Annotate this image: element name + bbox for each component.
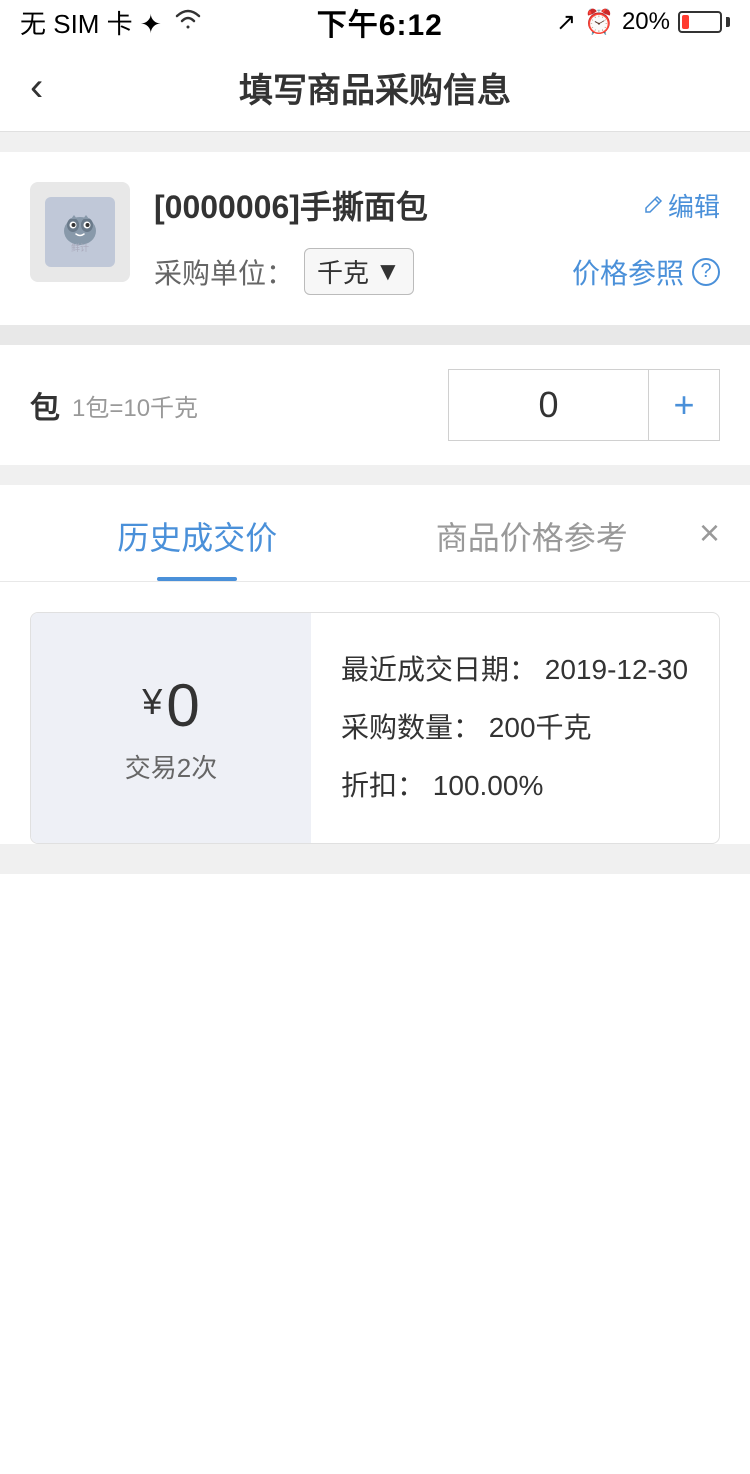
quantity-row: 包 1包=10千克 +	[0, 345, 750, 465]
qty-value: 200千克	[489, 712, 592, 743]
transaction-discount-row: 折扣： 100.00%	[341, 765, 689, 807]
tab-close-button[interactable]: ×	[699, 492, 720, 574]
transaction-card: ¥ 0 交易2次 最近成交日期： 2019-12-30 采购数量： 200千克 …	[30, 612, 720, 844]
unit-label: 采购单位： 千克 ▼	[154, 248, 414, 295]
tab-history-price[interactable]: 历史成交价	[30, 485, 364, 581]
transaction-date-row: 最近成交日期： 2019-12-30	[341, 649, 689, 691]
unit-select[interactable]: 千克 ▼	[304, 248, 414, 295]
unit-name: 包	[30, 383, 60, 427]
transaction-qty-row: 采购数量： 200千克	[341, 707, 689, 749]
separator	[0, 325, 750, 345]
tabs-section: 历史成交价 商品价格参考 × ¥ 0 交易2次 最近成交日期： 2019-12-…	[0, 485, 750, 844]
wifi-icon	[172, 7, 204, 38]
alarm-icon: ⏰	[584, 8, 614, 37]
battery-icon	[678, 11, 730, 33]
currency-symbol: ¥	[142, 681, 162, 723]
qty-label: 采购数量：	[341, 712, 481, 743]
dropdown-icon: ▼	[375, 256, 401, 287]
tab-product-price-ref[interactable]: 商品价格参考	[364, 485, 698, 581]
date-value: 2019-12-30	[545, 654, 688, 685]
product-owl-logo: 鲜计	[55, 203, 105, 262]
transaction-price-area: ¥ 0 交易2次	[31, 613, 311, 843]
battery-percent: 20%	[622, 8, 670, 36]
svg-text:鲜计: 鲜计	[71, 242, 89, 253]
product-info: [0000006]手撕面包 编辑 采购单位： 千克 ▼ 价格参照 ?	[154, 182, 720, 295]
discount-label: 折扣：	[341, 770, 425, 801]
help-icon: ?	[692, 258, 720, 286]
location-icon: ↗	[556, 8, 576, 37]
quantity-input[interactable]	[448, 369, 648, 441]
price-reference-button[interactable]: 价格参照 ?	[572, 252, 720, 292]
price-value: 0	[166, 671, 199, 740]
quantity-plus-button[interactable]: +	[648, 369, 720, 441]
quantity-label: 包 1包=10千克	[30, 383, 198, 427]
date-label: 最近成交日期：	[341, 654, 537, 685]
transaction-details: 最近成交日期： 2019-12-30 采购数量： 200千克 折扣： 100.0…	[311, 613, 719, 843]
transaction-price: ¥ 0	[142, 671, 199, 740]
status-right: ↗ ⏰ 20%	[556, 8, 730, 37]
status-time: 下午6:12	[317, 0, 443, 44]
discount-value: 100.00%	[433, 770, 544, 801]
no-sim-text: 无 SIM 卡 ✦	[20, 4, 162, 41]
status-bar: 无 SIM 卡 ✦ 下午6:12 ↗ ⏰ 20%	[0, 0, 750, 44]
bottom-area	[0, 874, 750, 1474]
tabs-header: 历史成交价 商品价格参考 ×	[0, 485, 750, 582]
product-name: [0000006]手撕面包	[154, 182, 428, 228]
back-button[interactable]: ‹	[30, 65, 43, 110]
transaction-count: 交易2次	[125, 748, 217, 785]
unit-conversion: 1包=10千克	[72, 388, 198, 423]
nav-bar: ‹ 填写商品采购信息	[0, 44, 750, 132]
edit-button[interactable]: 编辑	[642, 187, 720, 224]
product-card: 鲜计 [0000006]手撕面包 编辑 采购单位： 千克 ▼	[0, 152, 750, 325]
status-left: 无 SIM 卡 ✦	[20, 4, 204, 41]
product-thumbnail: 鲜计	[30, 182, 130, 282]
quantity-controls: +	[448, 369, 720, 441]
page-title: 填写商品采购信息	[239, 63, 511, 112]
